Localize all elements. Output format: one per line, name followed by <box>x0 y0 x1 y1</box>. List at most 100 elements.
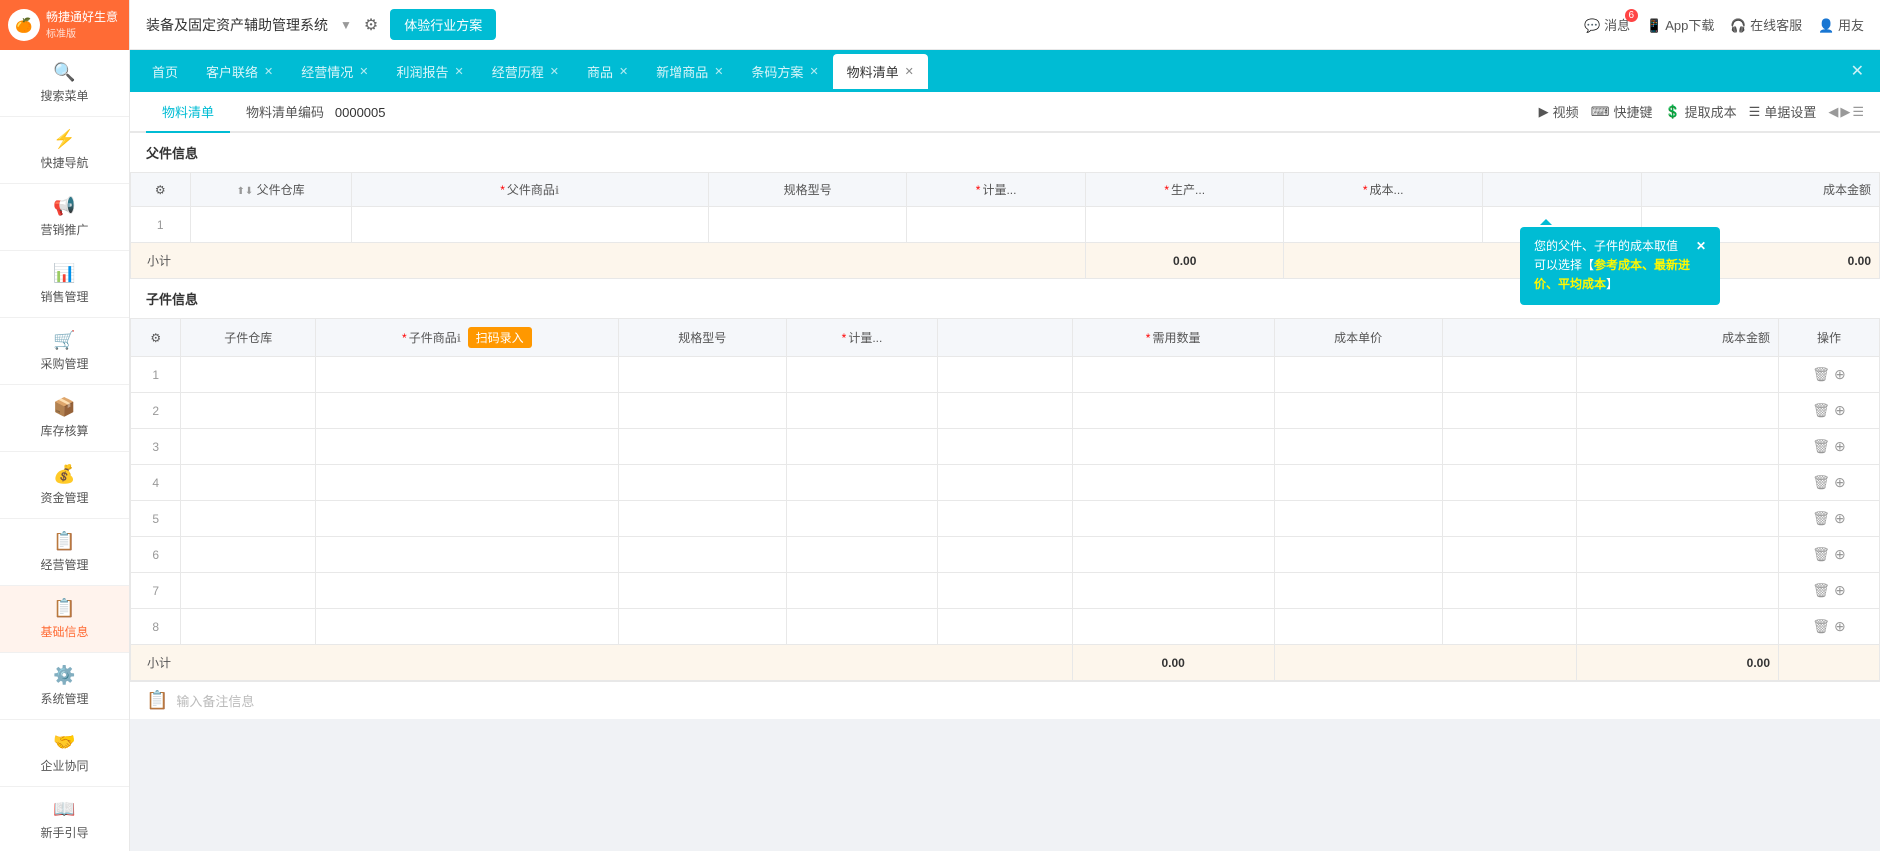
child-row-6-unit[interactable] <box>786 537 937 573</box>
parent-row-1-spec[interactable] <box>708 207 906 243</box>
arrow-right-icon[interactable]: ▶ <box>1840 104 1850 120</box>
child-row-6-warehouse[interactable] <box>181 537 316 573</box>
delete-row-3-icon[interactable]: 🗑 <box>1812 438 1830 455</box>
tab-bom[interactable]: 物料清单 ✕ <box>833 54 928 89</box>
child-row-4-unit[interactable] <box>786 465 937 501</box>
tab-goods-close-icon[interactable]: ✕ <box>619 65 628 78</box>
sidebar-item-guide[interactable]: 📖 新手引导 <box>0 787 129 851</box>
copy-row-7-icon[interactable]: ⊕ <box>1834 582 1846 599</box>
child-row-7-qty[interactable] <box>1072 573 1274 609</box>
tab-history[interactable]: 经营历程 ✕ <box>478 54 573 89</box>
child-row-1-unit[interactable] <box>786 357 937 393</box>
child-row-5-unit-cost[interactable] <box>1274 501 1442 537</box>
child-row-1-spec[interactable] <box>618 357 786 393</box>
child-row-5-goods[interactable] <box>315 501 618 537</box>
child-row-4-spec[interactable] <box>618 465 786 501</box>
sidebar-item-nav[interactable]: ⚡ 快捷导航 <box>0 117 129 184</box>
child-row-1-warehouse[interactable] <box>181 357 316 393</box>
child-row-8-warehouse[interactable] <box>181 609 316 645</box>
child-row-7-spec[interactable] <box>618 573 786 609</box>
child-row-8-qty[interactable] <box>1072 609 1274 645</box>
tab-barcode-close-icon[interactable]: ✕ <box>809 65 818 78</box>
tab-customer-close-icon[interactable]: ✕ <box>264 65 273 78</box>
tab-home[interactable]: 首页 <box>138 54 192 89</box>
tab-business-close-icon[interactable]: ✕ <box>359 65 368 78</box>
child-row-4-qty[interactable] <box>1072 465 1274 501</box>
child-row-5-qty[interactable] <box>1072 501 1274 537</box>
tooltip-close-btn[interactable]: ✕ <box>1696 237 1706 256</box>
child-row-2-goods[interactable] <box>315 393 618 429</box>
delete-row-6-icon[interactable]: 🗑 <box>1812 546 1830 563</box>
experience-btn[interactable]: 体验行业方案 <box>390 9 496 40</box>
child-row-4-goods[interactable] <box>315 465 618 501</box>
sidebar-item-finance[interactable]: 💰 资金管理 <box>0 452 129 519</box>
child-row-4-warehouse[interactable] <box>181 465 316 501</box>
child-row-4-unit-cost[interactable] <box>1274 465 1442 501</box>
delete-row-1-icon[interactable]: 🗑 <box>1812 366 1830 383</box>
list-view-icon[interactable]: ☰ <box>1852 104 1864 120</box>
copy-row-6-icon[interactable]: ⊕ <box>1834 546 1846 563</box>
arrow-left-icon[interactable]: ◀ <box>1828 104 1838 120</box>
tab-business[interactable]: 经营情况 ✕ <box>287 54 382 89</box>
copy-row-5-icon[interactable]: ⊕ <box>1834 510 1846 527</box>
sidebar-item-inventory[interactable]: 📦 库存核算 <box>0 385 129 452</box>
sidebar-item-enterprise[interactable]: 🤝 企业协同 <box>0 720 129 787</box>
child-row-8-spec[interactable] <box>618 609 786 645</box>
sub-tab-bom-list[interactable]: 物料清单 <box>146 92 230 133</box>
parent-row-1-warehouse[interactable] <box>190 207 351 243</box>
action-view[interactable]: ▶ 视频 <box>1539 102 1579 121</box>
child-row-5-unit[interactable] <box>786 501 937 537</box>
copy-row-8-icon[interactable]: ⊕ <box>1834 618 1846 635</box>
child-row-3-warehouse[interactable] <box>181 429 316 465</box>
child-row-2-qty[interactable] <box>1072 393 1274 429</box>
action-settings[interactable]: ☰ 单据设置 <box>1749 102 1817 121</box>
delete-row-2-icon[interactable]: 🗑 <box>1812 402 1830 419</box>
child-row-5-warehouse[interactable] <box>181 501 316 537</box>
scan-btn[interactable]: 扫码录入 <box>468 327 532 348</box>
child-row-3-spec[interactable] <box>618 429 786 465</box>
app-download[interactable]: 📱 App下载 <box>1646 15 1714 34</box>
tab-new-goods-close-icon[interactable]: ✕ <box>714 65 723 78</box>
child-row-3-unit[interactable] <box>786 429 937 465</box>
child-th-setting[interactable]: ⚙ <box>131 319 181 357</box>
nav-close-all-icon[interactable]: ✕ <box>1843 61 1872 81</box>
bottom-text[interactable]: 输入备注信息 <box>176 691 254 710</box>
child-row-7-unit[interactable] <box>786 573 937 609</box>
action-hotkey[interactable]: ⌨ 快捷键 <box>1591 102 1653 121</box>
child-row-1-qty[interactable] <box>1072 357 1274 393</box>
topbar-gear-icon[interactable]: ⚙ <box>364 15 378 35</box>
action-cost[interactable]: 💲 提取成本 <box>1664 102 1736 121</box>
message-wrap[interactable]: 💬 6 消息 <box>1584 15 1630 34</box>
child-row-8-goods[interactable] <box>315 609 618 645</box>
tab-new-goods[interactable]: 新增商品 ✕ <box>642 54 737 89</box>
sidebar-item-system[interactable]: ⚙️ 系统管理 <box>0 653 129 720</box>
tab-profit[interactable]: 利润报告 ✕ <box>382 54 477 89</box>
sidebar-item-purchase[interactable]: 🛒 采购管理 <box>0 318 129 385</box>
sidebar-item-marketing[interactable]: 📢 营销推广 <box>0 184 129 251</box>
child-row-5-spec[interactable] <box>618 501 786 537</box>
parent-th-setting[interactable]: ⚙ <box>131 173 191 207</box>
child-row-7-goods[interactable] <box>315 573 618 609</box>
delete-row-4-icon[interactable]: 🗑 <box>1812 474 1830 491</box>
child-row-2-spec[interactable] <box>618 393 786 429</box>
child-row-6-spec[interactable] <box>618 537 786 573</box>
delete-row-7-icon[interactable]: 🗑 <box>1812 582 1830 599</box>
child-row-6-goods[interactable] <box>315 537 618 573</box>
sidebar-item-operations[interactable]: 📋 经营管理 <box>0 519 129 586</box>
sub-tab-code[interactable]: 物料清单编码 0000005 <box>230 92 401 133</box>
child-row-1-goods[interactable] <box>315 357 618 393</box>
parent-row-1-unit[interactable] <box>907 207 1086 243</box>
copy-row-3-icon[interactable]: ⊕ <box>1834 438 1846 455</box>
copy-row-2-icon[interactable]: ⊕ <box>1834 402 1846 419</box>
child-row-8-unit[interactable] <box>786 609 937 645</box>
sidebar-item-search[interactable]: 🔍 搜索菜单 <box>0 50 129 117</box>
delete-row-5-icon[interactable]: 🗑 <box>1812 510 1830 527</box>
user-menu[interactable]: 👤 用友 <box>1818 15 1864 34</box>
copy-row-4-icon[interactable]: ⊕ <box>1834 474 1846 491</box>
child-row-3-goods[interactable] <box>315 429 618 465</box>
child-row-7-warehouse[interactable] <box>181 573 316 609</box>
parent-row-1-goods[interactable] <box>351 207 708 243</box>
tab-barcode[interactable]: 条码方案 ✕ <box>737 54 832 89</box>
online-service[interactable]: 🎧 在线客服 <box>1730 15 1802 34</box>
sidebar-item-basic[interactable]: 📋 基础信息 <box>0 586 129 653</box>
